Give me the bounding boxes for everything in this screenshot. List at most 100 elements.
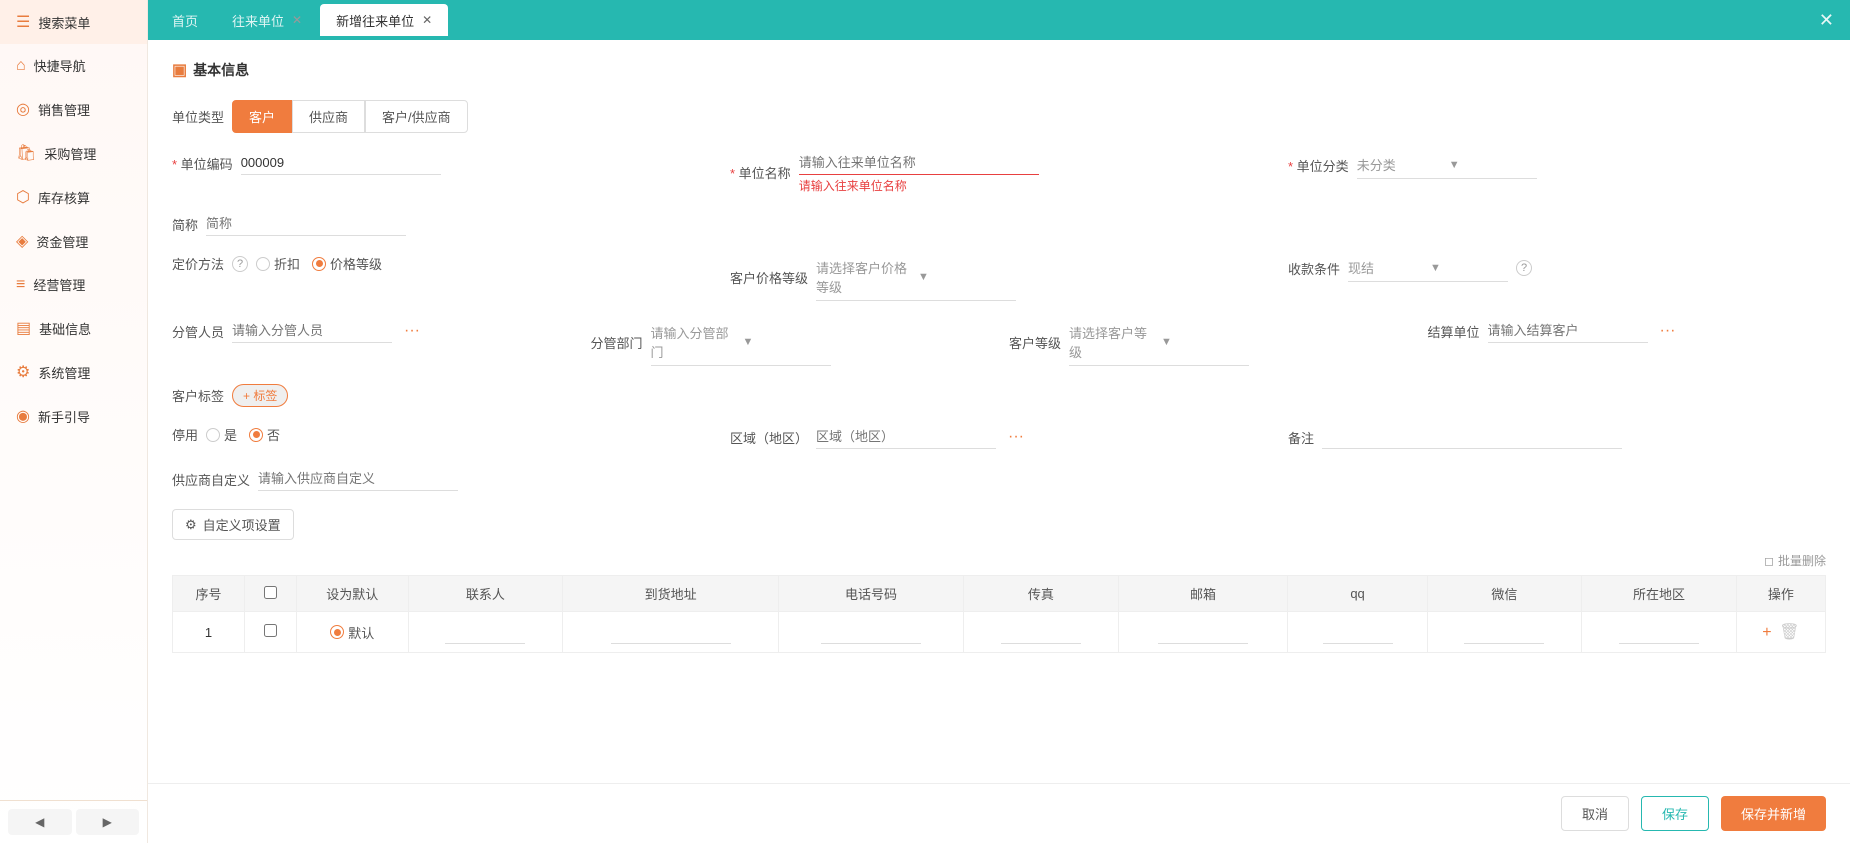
phone-input[interactable]: [821, 620, 921, 644]
form-group-settlement: 结算单位 ···: [1428, 319, 1827, 343]
row-checkbox[interactable]: [264, 624, 277, 637]
sidebar-item-basicinfo[interactable]: ▤ 基础信息: [0, 306, 147, 350]
contact-input[interactable]: [445, 620, 525, 644]
form-group-supplier-custom: 供应商自定义: [172, 467, 1826, 491]
col-qq: qq: [1288, 576, 1427, 612]
customer-level-select[interactable]: 请选择客户等级 ▼: [1069, 319, 1249, 366]
cell-address: [563, 612, 779, 653]
form-group-type: 单位类型 客户 供应商 客户/供应商: [172, 100, 1826, 133]
cancel-button[interactable]: 取消: [1561, 796, 1629, 831]
supplier-custom-input[interactable]: [258, 467, 458, 491]
unit-name-error: 请输入往来单位名称: [799, 177, 1039, 194]
customer-level-label: 客户等级: [1009, 333, 1061, 352]
customer-level-placeholder: 请选择客户等级: [1069, 323, 1157, 361]
table-header: 序号 设为默认 联系人 到货地址 电话号码 传真 邮箱 qq 微信 所在地区 操…: [173, 576, 1826, 612]
department-select[interactable]: 请输入分管部门 ▼: [651, 319, 831, 366]
form-group-region: 区域（地区） ···: [730, 425, 1268, 449]
pricing-help-icon[interactable]: ?: [232, 256, 248, 272]
pricing-radio-discount[interactable]: 折扣: [256, 254, 300, 273]
pricing-radio-level[interactable]: 价格等级: [312, 254, 382, 273]
cell-default: 默认: [296, 612, 408, 653]
cell-wechat: [1427, 612, 1582, 653]
cell-checkbox: [244, 612, 296, 653]
type-btn-supplier[interactable]: 供应商: [292, 100, 365, 133]
settlement-input[interactable]: [1488, 319, 1648, 343]
customer-price-select[interactable]: 请选择客户价格等级 ▼: [816, 254, 1016, 301]
sidebar-item-label: 销售管理: [38, 100, 90, 119]
del-row-btn[interactable]: 🗑: [1779, 624, 1799, 641]
purchase-icon: 🛍: [16, 143, 36, 163]
custom-settings-btn[interactable]: ⚙ 自定义项设置: [172, 509, 294, 540]
sidebar-item-label: 资金管理: [36, 232, 88, 251]
finance-icon: ◈: [16, 231, 28, 251]
supplier-custom-label: 供应商自定义: [172, 470, 250, 489]
settlement-more-icon[interactable]: ···: [1656, 322, 1680, 340]
email-input[interactable]: [1158, 620, 1248, 644]
type-btn-customer[interactable]: 客户: [232, 100, 292, 133]
tab-partners-close[interactable]: ✕: [292, 13, 302, 27]
sidebar-item-guide[interactable]: ◉ 新手引导: [0, 394, 147, 438]
row-region-input[interactable]: [1619, 620, 1699, 644]
sidebar-item-quicknav[interactable]: ⌂ 快捷导航: [0, 44, 147, 87]
sidebar-item-sales[interactable]: ◎ 销售管理: [0, 87, 147, 131]
manager-input[interactable]: [232, 319, 392, 343]
tab-new-partner[interactable]: 新增往来单位 ✕: [320, 4, 448, 36]
short-name-input[interactable]: [206, 212, 406, 236]
form-group-remark: 备注: [1288, 425, 1826, 449]
sidebar-item-operations[interactable]: ≡ 经营管理: [0, 263, 147, 306]
unit-category-select[interactable]: 未分类 ▼: [1357, 151, 1537, 179]
sidebar-collapse-btn[interactable]: ◀: [8, 809, 72, 835]
save-button[interactable]: 保存: [1641, 796, 1709, 831]
address-input[interactable]: [611, 620, 731, 644]
fax-input[interactable]: [1001, 620, 1081, 644]
save-new-button[interactable]: 保存并新增: [1721, 796, 1826, 831]
add-row-btn[interactable]: +: [1762, 624, 1771, 641]
custom-settings-label: 自定义项设置: [203, 515, 281, 534]
sidebar-item-inventory[interactable]: ⬡ 库存核算: [0, 175, 147, 219]
disable-radio-yes[interactable]: 是: [206, 425, 237, 444]
sidebar-item-system[interactable]: ⚙ 系统管理: [0, 350, 147, 394]
add-tag-btn[interactable]: + 标签: [232, 384, 288, 407]
discount-radio-circle: [256, 257, 270, 271]
wechat-input[interactable]: [1464, 620, 1544, 644]
home-icon: ⌂: [16, 57, 26, 75]
batch-delete-btn[interactable]: ◻ 批量删除: [1764, 552, 1826, 569]
form-group-customer-level: 客户等级 请选择客户等级 ▼: [1009, 319, 1408, 366]
payment-help-icon[interactable]: ?: [1516, 260, 1532, 276]
customer-price-label: 客户价格等级: [730, 268, 808, 287]
select-all-checkbox[interactable]: [264, 586, 277, 599]
remark-input[interactable]: [1322, 425, 1622, 449]
form-content: ▣ 基本信息 单位类型 客户 供应商 客户/供应商 单位编码 单位名称: [148, 40, 1850, 783]
tab-home[interactable]: 首页: [156, 4, 214, 36]
contact-table: 序号 设为默认 联系人 到货地址 电话号码 传真 邮箱 qq 微信 所在地区 操…: [172, 575, 1826, 653]
tab-partners-label: 往来单位: [232, 11, 284, 30]
pricing-label: 定价方法: [172, 254, 224, 273]
qq-input[interactable]: [1323, 620, 1393, 644]
unit-code-input[interactable]: [241, 151, 441, 175]
unit-name-input[interactable]: [799, 151, 1039, 175]
global-close-btn[interactable]: ✕: [1811, 10, 1842, 31]
col-fax: 传真: [964, 576, 1119, 612]
yes-label: 是: [224, 425, 237, 444]
form-row-type: 单位类型 客户 供应商 客户/供应商: [172, 100, 1826, 133]
section-icon: ▣: [172, 60, 187, 80]
guide-icon: ◉: [16, 406, 30, 426]
sidebar-item-search[interactable]: ☰ 搜索菜单: [0, 0, 147, 44]
sidebar-expand-btn[interactable]: ▶: [76, 809, 140, 835]
default-radio[interactable]: 默认: [307, 623, 398, 642]
form-row-manager: 分管人员 ··· 分管部门 请输入分管部门 ▼ 客户等级 请选择客户等级 ▼ 结…: [172, 319, 1826, 366]
tab-partners[interactable]: 往来单位 ✕: [216, 4, 318, 36]
payment-select[interactable]: 现结 ▼: [1348, 254, 1508, 282]
sidebar-bottom: ◀ ▶: [0, 800, 147, 843]
disable-radio-group: 是 否: [206, 425, 280, 444]
region-more-icon[interactable]: ···: [1004, 428, 1028, 446]
sidebar-item-finance[interactable]: ◈ 资金管理: [0, 219, 147, 263]
tab-new-partner-close[interactable]: ✕: [422, 13, 432, 27]
manager-more-icon[interactable]: ···: [400, 322, 424, 340]
price-level-label: 价格等级: [330, 254, 382, 273]
sidebar-item-purchase[interactable]: 🛍 采购管理: [0, 131, 147, 175]
yes-radio-circle: [206, 428, 220, 442]
type-btn-both[interactable]: 客户/供应商: [365, 100, 468, 133]
region-input[interactable]: [816, 425, 996, 449]
disable-radio-no[interactable]: 否: [249, 425, 280, 444]
